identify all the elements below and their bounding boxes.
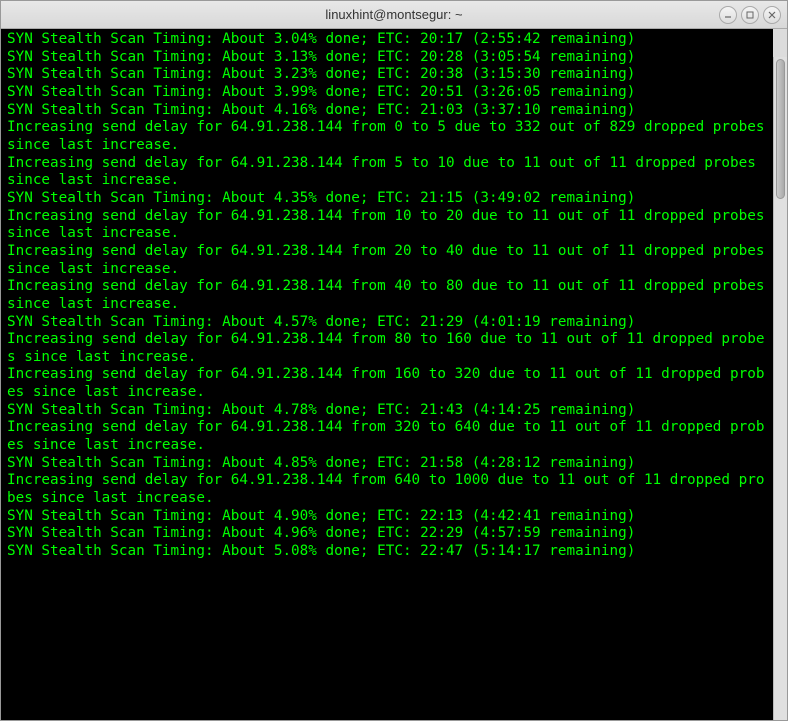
terminal-line: Increasing send delay for 64.91.238.144 …	[7, 366, 767, 401]
terminal-window: linuxhint@montsegur: ~ SYN Stealth Scan …	[0, 0, 788, 721]
terminal-line: Increasing send delay for 64.91.238.144 …	[7, 419, 767, 454]
terminal-line: Increasing send delay for 64.91.238.144 …	[7, 243, 767, 278]
terminal-area: SYN Stealth Scan Timing: About 3.04% don…	[1, 29, 787, 720]
terminal-line: SYN Stealth Scan Timing: About 5.08% don…	[7, 543, 767, 561]
window-controls	[719, 6, 781, 24]
terminal-line: SYN Stealth Scan Timing: About 4.96% don…	[7, 525, 767, 543]
minimize-icon	[724, 11, 732, 19]
maximize-icon	[746, 11, 754, 19]
terminal-line: SYN Stealth Scan Timing: About 4.35% don…	[7, 190, 767, 208]
terminal-line: Increasing send delay for 64.91.238.144 …	[7, 119, 767, 154]
terminal-line: SYN Stealth Scan Timing: About 3.13% don…	[7, 49, 767, 67]
close-button[interactable]	[763, 6, 781, 24]
scrollbar[interactable]	[773, 57, 787, 720]
terminal-line: SYN Stealth Scan Timing: About 4.78% don…	[7, 402, 767, 420]
window-title: linuxhint@montsegur: ~	[325, 7, 462, 22]
terminal-line: Increasing send delay for 64.91.238.144 …	[7, 155, 767, 190]
close-icon	[768, 11, 776, 19]
terminal-line: SYN Stealth Scan Timing: About 4.90% don…	[7, 508, 767, 526]
terminal-line: SYN Stealth Scan Timing: About 4.57% don…	[7, 314, 767, 332]
terminal-line: SYN Stealth Scan Timing: About 3.23% don…	[7, 66, 767, 84]
maximize-button[interactable]	[741, 6, 759, 24]
titlebar[interactable]: linuxhint@montsegur: ~	[1, 1, 787, 29]
terminal-line: SYN Stealth Scan Timing: About 4.85% don…	[7, 455, 767, 473]
minimize-button[interactable]	[719, 6, 737, 24]
terminal-line: Increasing send delay for 64.91.238.144 …	[7, 278, 767, 313]
terminal-line: Increasing send delay for 64.91.238.144 …	[7, 208, 767, 243]
terminal-line: Increasing send delay for 64.91.238.144 …	[7, 331, 767, 366]
terminal-line: SYN Stealth Scan Timing: About 3.04% don…	[7, 31, 767, 49]
terminal-line: SYN Stealth Scan Timing: About 3.99% don…	[7, 84, 767, 102]
scrollbar-thumb[interactable]	[776, 59, 785, 199]
terminal-output[interactable]: SYN Stealth Scan Timing: About 3.04% don…	[1, 29, 773, 720]
terminal-line: SYN Stealth Scan Timing: About 4.16% don…	[7, 102, 767, 120]
terminal-line: Increasing send delay for 64.91.238.144 …	[7, 472, 767, 507]
